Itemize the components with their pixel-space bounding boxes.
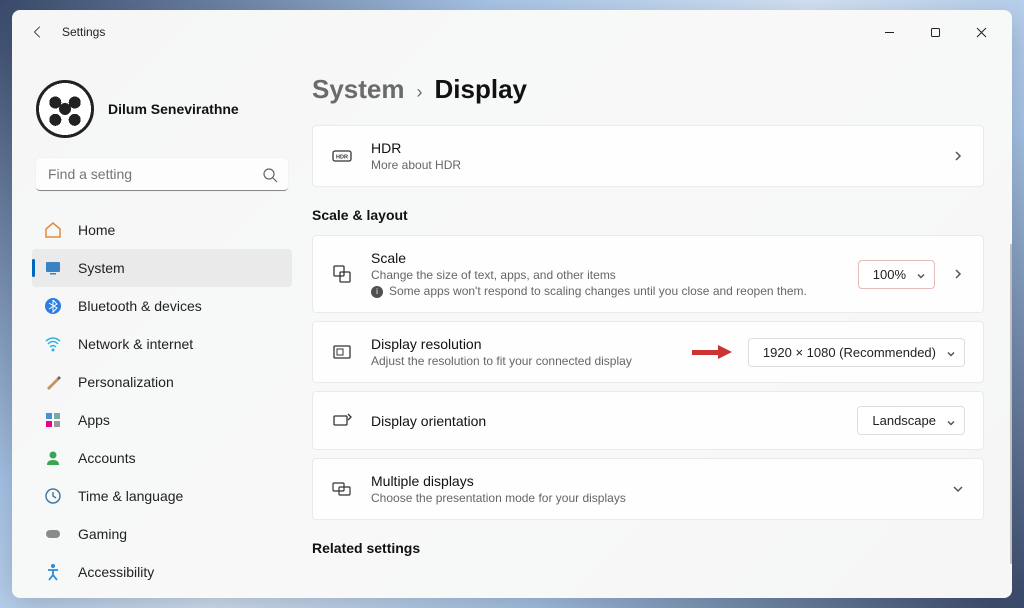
hdr-sub: More about HDR xyxy=(371,158,933,172)
info-icon: i xyxy=(371,286,383,298)
chevron-down-icon xyxy=(951,482,965,496)
scale-sub2: iSome apps won't respond to scaling chan… xyxy=(371,284,840,298)
resolution-title: Display resolution xyxy=(371,336,674,352)
breadcrumb-current: Display xyxy=(435,74,528,105)
personalization-icon xyxy=(44,373,62,391)
nav-label: Time & language xyxy=(78,488,183,504)
arrow-annotation xyxy=(692,345,732,359)
scale-sub1: Change the size of text, apps, and other… xyxy=(371,268,840,282)
multiple-displays-card[interactable]: Multiple displays Choose the presentatio… xyxy=(312,458,984,520)
hdr-icon: HDR xyxy=(331,145,353,167)
avatar xyxy=(36,80,94,138)
search-input[interactable] xyxy=(36,158,288,191)
nav-apps[interactable]: Apps xyxy=(32,401,292,439)
hdr-card[interactable]: HDR HDR More about HDR xyxy=(312,125,984,187)
resolution-dropdown[interactable]: 1920 × 1080 (Recommended) xyxy=(748,338,965,367)
chevron-down-icon xyxy=(946,347,956,357)
chevron-right-icon xyxy=(951,267,965,281)
nav-label: Personalization xyxy=(78,374,174,390)
nav-home[interactable]: Home xyxy=(32,211,292,249)
scrollbar[interactable] xyxy=(1010,244,1012,564)
nav-label: Network & internet xyxy=(78,336,193,352)
nav-network[interactable]: Network & internet xyxy=(32,325,292,363)
orientation-card[interactable]: Display orientation Landscape xyxy=(312,391,984,450)
orientation-dropdown[interactable]: Landscape xyxy=(857,406,965,435)
nav-label: Gaming xyxy=(78,526,127,542)
search-box xyxy=(36,158,288,191)
nav-label: Bluetooth & devices xyxy=(78,298,202,314)
scale-title: Scale xyxy=(371,250,840,266)
search-icon xyxy=(262,167,278,183)
window-controls xyxy=(866,16,1004,48)
nav-time[interactable]: Time & language xyxy=(32,477,292,515)
minimize-button[interactable] xyxy=(866,16,912,48)
hdr-title: HDR xyxy=(371,140,933,156)
home-icon xyxy=(44,221,62,239)
nav-label: Home xyxy=(78,222,115,238)
resolution-sub: Adjust the resolution to fit your connec… xyxy=(371,354,674,368)
resolution-icon xyxy=(331,341,353,363)
close-button[interactable] xyxy=(958,16,1004,48)
main-content: System › Display HDR HDR More about HDR … xyxy=(304,54,1012,598)
svg-text:HDR: HDR xyxy=(336,155,348,161)
nav-accounts[interactable]: Accounts xyxy=(32,439,292,477)
network-icon xyxy=(44,335,62,353)
breadcrumb: System › Display xyxy=(312,66,984,125)
breadcrumb-sep: › xyxy=(417,82,423,103)
section-scale-layout: Scale & layout xyxy=(312,207,984,223)
breadcrumb-parent[interactable]: System xyxy=(312,74,405,105)
app-title: Settings xyxy=(62,25,105,39)
orientation-icon xyxy=(331,410,353,432)
sidebar: Dilum Senevirathne Home System Bluetooth… xyxy=(12,54,304,598)
window-body: Dilum Senevirathne Home System Bluetooth… xyxy=(12,54,1012,598)
settings-window: Settings Dilum Senevirathne Home System … xyxy=(12,10,1012,598)
nav-label: Accounts xyxy=(78,450,136,466)
maximize-button[interactable] xyxy=(912,16,958,48)
system-icon xyxy=(44,259,62,277)
section-related: Related settings xyxy=(312,540,984,556)
chevron-down-icon xyxy=(946,416,956,426)
nav-gaming[interactable]: Gaming xyxy=(32,515,292,553)
user-name: Dilum Senevirathne xyxy=(108,101,239,117)
nav-system[interactable]: System xyxy=(32,249,292,287)
time-icon xyxy=(44,487,62,505)
nav-personalization[interactable]: Personalization xyxy=(32,363,292,401)
scale-card[interactable]: Scale Change the size of text, apps, and… xyxy=(312,235,984,313)
bluetooth-icon xyxy=(44,297,62,315)
titlebar: Settings xyxy=(12,10,1012,54)
nav-label: Apps xyxy=(78,412,110,428)
apps-icon xyxy=(44,411,62,429)
nav-accessibility[interactable]: Accessibility xyxy=(32,553,292,591)
scale-dropdown[interactable]: 100% xyxy=(858,260,935,289)
nav-label: System xyxy=(78,260,125,276)
scale-icon xyxy=(331,263,353,285)
profile[interactable]: Dilum Senevirathne xyxy=(32,66,292,158)
multi-title: Multiple displays xyxy=(371,473,933,489)
resolution-card[interactable]: Display resolution Adjust the resolution… xyxy=(312,321,984,383)
accounts-icon xyxy=(44,449,62,467)
nav-label: Accessibility xyxy=(78,564,154,580)
gaming-icon xyxy=(44,525,62,543)
multi-sub: Choose the presentation mode for your di… xyxy=(371,491,933,505)
chevron-right-icon xyxy=(951,149,965,163)
nav-bluetooth[interactable]: Bluetooth & devices xyxy=(32,287,292,325)
orientation-title: Display orientation xyxy=(371,413,839,429)
chevron-down-icon xyxy=(916,269,926,279)
back-button[interactable] xyxy=(20,14,56,50)
nav: Home System Bluetooth & devices Network … xyxy=(32,211,292,591)
multiple-displays-icon xyxy=(331,478,353,500)
accessibility-icon xyxy=(44,563,62,581)
